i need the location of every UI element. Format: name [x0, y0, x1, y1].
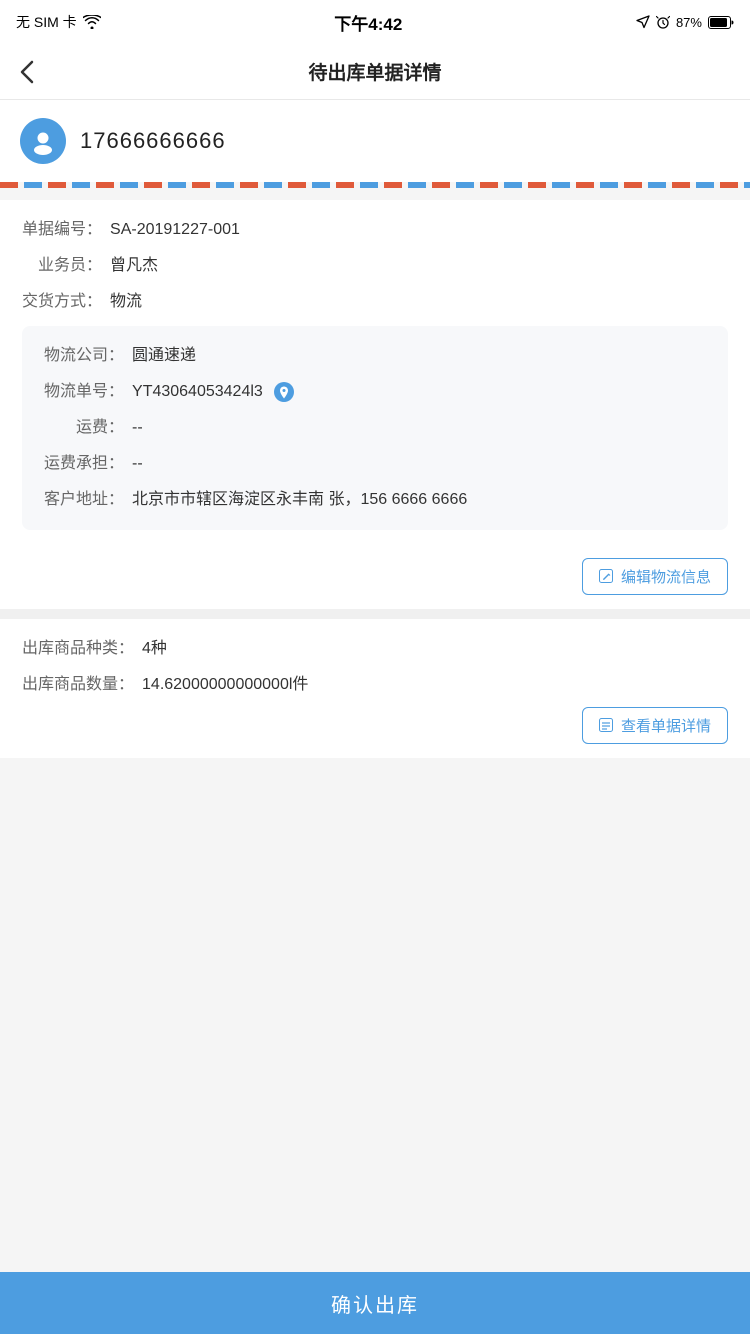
- goods-quantity-label: 出库商品数量：: [22, 673, 134, 697]
- avatar: [20, 118, 66, 164]
- freight-label: 运费：: [44, 416, 124, 440]
- dashed-divider: [0, 182, 750, 188]
- back-button[interactable]: [20, 60, 34, 84]
- edit-logistics-button[interactable]: 编辑物流信息: [582, 558, 728, 595]
- alarm-icon: [656, 15, 670, 29]
- map-pin-icon[interactable]: [273, 381, 295, 403]
- edit-icon: [599, 569, 615, 585]
- order-no-label: 单据编号：: [22, 218, 102, 242]
- logistics-company-row: 物流公司： 圆通速递: [44, 344, 706, 368]
- sales-person-label: 业务员：: [22, 254, 102, 278]
- status-right: 87%: [636, 15, 734, 30]
- carrier-text: 无 SIM 卡: [16, 12, 77, 32]
- sales-person-row: 业务员： 曾凡杰: [22, 254, 728, 278]
- address-row: 客户地址： 北京市市辖区海淀区永丰南 张，156 6666 6666: [44, 488, 706, 512]
- address-value: 北京市市辖区海淀区永丰南 张，156 6666 6666: [132, 488, 706, 512]
- order-info-section: 单据编号： SA-20191227-001 业务员： 曾凡杰 交货方式： 物流 …: [0, 200, 750, 548]
- goods-section: 出库商品种类： 4种 出库商品数量： 14.62000000000000l件: [0, 619, 750, 697]
- freight-row: 运费： --: [44, 416, 706, 440]
- logistics-company-label: 物流公司：: [44, 344, 124, 368]
- customer-phone: 17666666666: [80, 128, 226, 154]
- tracking-no-row: 物流单号： YT43064053424l3: [44, 380, 706, 404]
- customer-header: 17666666666: [0, 100, 750, 182]
- order-no-value: SA-20191227-001: [110, 218, 728, 242]
- goods-types-value: 4种: [142, 637, 728, 661]
- status-left: 无 SIM 卡: [16, 12, 101, 32]
- location-arrow-icon: [636, 15, 650, 29]
- bottom-spacer: [0, 758, 750, 878]
- goods-quantity-value: 14.62000000000000l件: [142, 673, 728, 697]
- status-time: 下午4:42: [334, 10, 402, 35]
- logistics-company-value: 圆通速递: [132, 344, 706, 368]
- delivery-method-value: 物流: [110, 290, 728, 314]
- wifi-icon: [83, 15, 101, 29]
- tracking-no-value: YT43064053424l3: [132, 380, 706, 404]
- tracking-no-label: 物流单号：: [44, 380, 124, 404]
- document-icon: [599, 718, 615, 734]
- freight-bearer-label: 运费承担：: [44, 452, 124, 476]
- logistics-card: 物流公司： 圆通速递 物流单号： YT43064053424l3: [22, 326, 728, 530]
- view-detail-container: 查看单据详情: [0, 697, 750, 758]
- goods-types-label: 出库商品种类：: [22, 637, 134, 661]
- confirm-button-label: 确认出库: [331, 1289, 419, 1318]
- delivery-method-label: 交货方式：: [22, 290, 102, 314]
- goods-quantity-row: 出库商品数量： 14.62000000000000l件: [22, 673, 728, 697]
- section-divider: [0, 609, 750, 619]
- edit-logistics-label: 编辑物流信息: [621, 566, 711, 587]
- view-detail-button[interactable]: 查看单据详情: [582, 707, 728, 744]
- freight-value: --: [132, 416, 706, 440]
- freight-bearer-value: --: [132, 452, 706, 476]
- battery-text: 87%: [676, 15, 702, 30]
- page-title: 待出库单据详情: [308, 58, 441, 85]
- edit-logistics-container: 编辑物流信息: [0, 548, 750, 609]
- status-bar: 无 SIM 卡 下午4:42 87%: [0, 0, 750, 44]
- goods-types-row: 出库商品种类： 4种: [22, 637, 728, 661]
- address-label: 客户地址：: [44, 488, 124, 512]
- freight-bearer-row: 运费承担： --: [44, 452, 706, 476]
- view-detail-label: 查看单据详情: [621, 715, 711, 736]
- nav-bar: 待出库单据详情: [0, 44, 750, 100]
- order-no-row: 单据编号： SA-20191227-001: [22, 218, 728, 242]
- sales-person-value: 曾凡杰: [110, 254, 728, 278]
- delivery-method-row: 交货方式： 物流: [22, 290, 728, 314]
- battery-icon: [708, 16, 734, 29]
- confirm-bar[interactable]: 确认出库: [0, 1272, 750, 1334]
